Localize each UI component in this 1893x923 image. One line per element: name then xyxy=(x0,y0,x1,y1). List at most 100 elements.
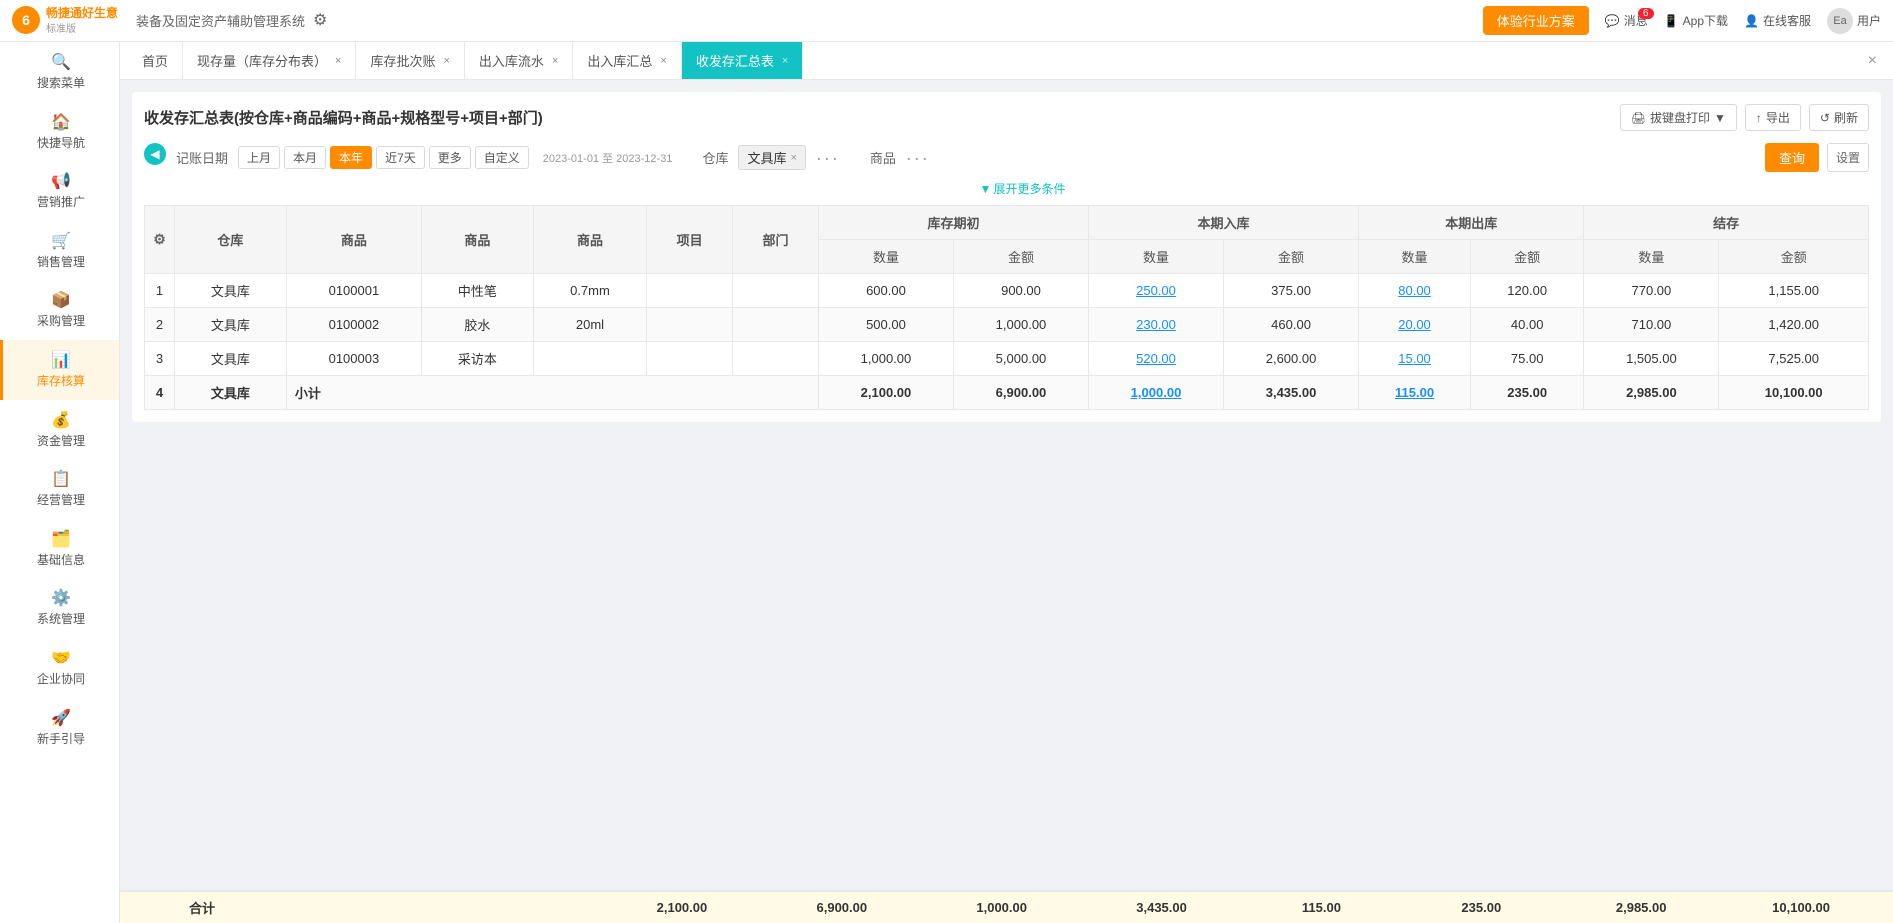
row-dept xyxy=(733,274,819,308)
sidebar-item-sales[interactable]: 🛒 销售管理 xyxy=(0,221,119,281)
print-btn[interactable]: 🖨 拔键盘打印 ▼ xyxy=(1620,104,1737,131)
top-bar-left: 6 畅捷通好生意 标准版 装备及固定资产辅助管理系统 ⚙ xyxy=(12,6,327,35)
sidebar-item-enterprise[interactable]: 🤝 企业协同 xyxy=(0,638,119,698)
page-container: 收发存汇总表(按仓库+商品编码+商品+规格型号+项目+部门) 🖨 拔键盘打印 ▼… xyxy=(120,80,1893,890)
chevron-down-icon: ▼ xyxy=(1714,111,1726,125)
app-download-btn[interactable]: 📱 App下载 xyxy=(1664,12,1728,29)
row-bal-qty: 710.00 xyxy=(1584,308,1719,342)
row-num: 3 xyxy=(145,342,175,376)
tab-receive-dispatch[interactable]: 收发存汇总表 × xyxy=(682,42,803,80)
sidebar-item-purchase[interactable]: 📦 采购管理 xyxy=(0,280,119,340)
th-in-qty: 数量 xyxy=(1089,240,1224,274)
date-btn-this-month[interactable]: 本月 xyxy=(284,146,326,169)
expand-btn[interactable]: ▼ 展开更多条件 xyxy=(980,180,1066,197)
total-init-amt: 6,900.00 xyxy=(762,898,922,917)
date-btns: 上月 本月 本年 近7天 更多 自定义 xyxy=(238,146,529,169)
print-label: 拔键盘打印 xyxy=(1650,109,1710,126)
export-btn[interactable]: ↑ 导出 xyxy=(1745,104,1801,131)
tab-close-icon[interactable]: × xyxy=(443,55,449,67)
date-btn-more[interactable]: 更多 xyxy=(429,146,471,169)
page-title-row: 收发存汇总表(按仓库+商品编码+商品+规格型号+项目+部门) 🖨 拔键盘打印 ▼… xyxy=(144,104,1869,131)
th-bal-qty: 数量 xyxy=(1584,240,1719,274)
th-spec: 商品 xyxy=(533,206,646,274)
date-btn-this-year[interactable]: 本年 xyxy=(330,146,372,169)
page-title: 收发存汇总表(按仓库+商品编码+商品+规格型号+项目+部门) xyxy=(144,107,543,128)
finance-icon: 💰 xyxy=(51,410,71,430)
row-out-amt: 120.00 xyxy=(1471,274,1584,308)
sidebar-item-finance[interactable]: 💰 资金管理 xyxy=(0,400,119,460)
row-out-qty[interactable]: 20.00 xyxy=(1359,308,1471,342)
subtotal-in-qty[interactable]: 1,000.00 xyxy=(1089,376,1224,410)
row-goods: 采访本 xyxy=(421,342,533,376)
user-label: 用户 xyxy=(1857,12,1881,29)
sidebar-item-label: 资金管理 xyxy=(37,434,85,450)
tab-close-icon[interactable]: × xyxy=(552,55,558,67)
row-bal-qty: 770.00 xyxy=(1584,274,1719,308)
th-goods: 商品 xyxy=(421,206,533,274)
sales-icon: 🛒 xyxy=(51,231,71,251)
date-btn-last-month[interactable]: 上月 xyxy=(238,146,280,169)
subtotal-init-amt: 6,900.00 xyxy=(953,376,1088,410)
main-card: 收发存汇总表(按仓库+商品编码+商品+规格型号+项目+部门) 🖨 拔键盘打印 ▼… xyxy=(132,92,1881,422)
row-bal-amt: 1,155.00 xyxy=(1719,274,1869,308)
system-icon: ⚙️ xyxy=(51,588,71,608)
tab-home[interactable]: 首页 xyxy=(128,42,183,80)
search-icon: 🔍 xyxy=(51,52,71,72)
sidebar-item-label: 企业协同 xyxy=(37,672,85,688)
tab-summary[interactable]: 出入库汇总 × xyxy=(573,42,681,80)
sidebar-item-operations[interactable]: 📋 经营管理 xyxy=(0,459,119,519)
row-out-qty[interactable]: 15.00 xyxy=(1359,342,1471,376)
row-in-qty[interactable]: 520.00 xyxy=(1089,342,1224,376)
subtotal-bal-qty: 2,985.00 xyxy=(1584,376,1719,410)
total-row: 合计 2,100.00 6,900.00 1,000.00 3,435.00 1… xyxy=(132,898,1881,917)
warehouse-more-btn[interactable]: ··· xyxy=(816,149,840,167)
query-btn[interactable]: 查询 xyxy=(1765,143,1819,172)
settings-btn[interactable]: 设置 xyxy=(1827,143,1869,172)
tab-close-icon[interactable]: × xyxy=(782,55,788,67)
tab-bar-close-btn[interactable]: × xyxy=(1860,52,1885,70)
row-in-amt: 460.00 xyxy=(1224,308,1359,342)
tab-inventory-dist[interactable]: 现存量（库存分布表） × xyxy=(183,42,356,80)
sidebar-item-basic[interactable]: 🗂️ 基础信息 xyxy=(0,519,119,579)
tab-label: 出入库流水 xyxy=(479,51,544,70)
experience-btn[interactable]: 体验行业方案 xyxy=(1483,6,1589,35)
sidebar-item-label: 系统管理 xyxy=(37,612,85,628)
column-settings-icon[interactable]: ⚙ xyxy=(153,231,166,247)
row-init-qty: 1,000.00 xyxy=(818,342,953,376)
tab-flow[interactable]: 出入库流水 × xyxy=(465,42,573,80)
collapse-arrow[interactable]: ◀ xyxy=(144,143,166,165)
row-warehouse: 文具库 xyxy=(175,274,287,308)
data-table: ⚙ 仓库 商品 商品 商品 项目 部门 库存期初 本期入库 本期出库 xyxy=(144,205,1869,410)
tab-close-icon[interactable]: × xyxy=(335,55,341,67)
date-btn-custom[interactable]: 自定义 xyxy=(475,146,529,169)
enterprise-icon: 🤝 xyxy=(51,648,71,668)
tab-batch[interactable]: 库存批次账 × xyxy=(356,42,464,80)
th-project: 项目 xyxy=(647,206,733,274)
messages-btn[interactable]: 💬 消息 6 xyxy=(1605,12,1648,29)
warehouse-tag-close[interactable]: × xyxy=(790,152,796,164)
user-area[interactable]: Ea 用户 xyxy=(1827,8,1881,34)
home-icon: 🏠 xyxy=(51,112,71,132)
sidebar-item-guide[interactable]: 🚀 新手引导 xyxy=(0,698,119,758)
sidebar-item-inventory[interactable]: 📊 库存核算 xyxy=(0,340,119,400)
date-btn-7days[interactable]: 近7天 xyxy=(376,146,425,169)
total-empty-6 xyxy=(542,898,602,917)
online-service-btn[interactable]: 👤 在线客服 xyxy=(1744,12,1811,29)
goods-more-btn[interactable]: ··· xyxy=(906,149,930,167)
refresh-btn[interactable]: ↺ 刷新 xyxy=(1809,104,1869,131)
row-in-qty[interactable]: 230.00 xyxy=(1089,308,1224,342)
th-out-qty: 数量 xyxy=(1359,240,1471,274)
row-out-qty[interactable]: 80.00 xyxy=(1359,274,1471,308)
sidebar-item-marketing[interactable]: 📢 营销推广 xyxy=(0,161,119,221)
sidebar-item-search[interactable]: 🔍 搜索菜单 xyxy=(0,42,119,102)
table-container: ⚙ 仓库 商品 商品 商品 项目 部门 库存期初 本期入库 本期出库 xyxy=(144,205,1869,410)
main-layout: 🔍 搜索菜单 🏠 快捷导航 📢 营销推广 🛒 销售管理 📦 采购管理 📊 库存核… xyxy=(0,42,1893,923)
warehouse-label: 仓库 xyxy=(702,148,728,167)
inventory-icon: 📊 xyxy=(51,350,71,370)
tab-close-icon[interactable]: × xyxy=(660,55,666,67)
sidebar-item-system[interactable]: ⚙️ 系统管理 xyxy=(0,578,119,638)
row-in-qty[interactable]: 250.00 xyxy=(1089,274,1224,308)
subtotal-out-qty[interactable]: 115.00 xyxy=(1359,376,1471,410)
settings-icon[interactable]: ⚙ xyxy=(313,10,327,30)
sidebar-item-quicknav[interactable]: 🏠 快捷导航 xyxy=(0,102,119,162)
